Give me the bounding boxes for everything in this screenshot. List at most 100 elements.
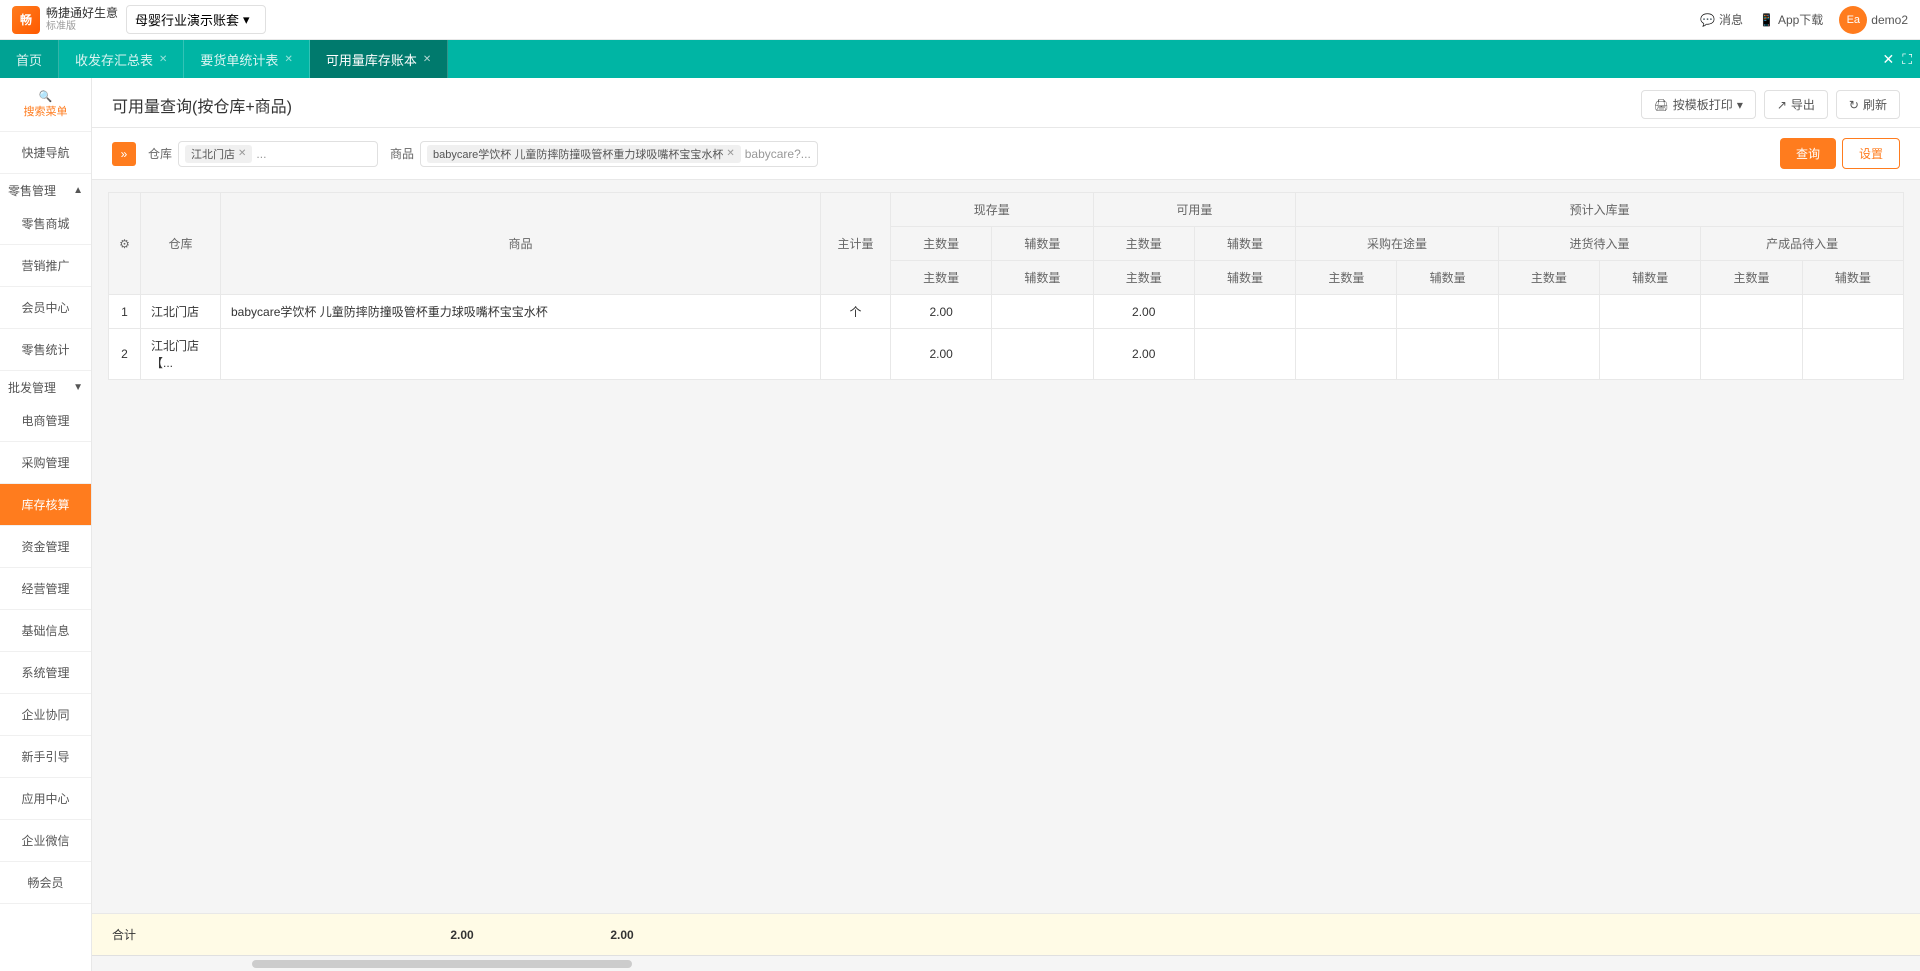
expand-icon[interactable]: ⛶ xyxy=(1902,51,1912,68)
table-row: 2 江北门店【... 2.00 2.00 xyxy=(109,329,1904,380)
sidebar-item-enterprise[interactable]: 企业协同 xyxy=(0,694,91,736)
available-main-qty-header: 主数量 xyxy=(1093,227,1194,261)
warehouse-filter-group: 仓库 江北门店 ✕ ... xyxy=(148,141,378,167)
avatar: Ea xyxy=(1839,6,1867,34)
sidebar-item-enterprise-wechat[interactable]: 企业微信 xyxy=(0,820,91,862)
gp-main-cell xyxy=(1498,329,1599,380)
current-main-cell: 2.00 xyxy=(890,329,991,380)
current-aux-cell xyxy=(992,295,1093,329)
sidebar-item-vip[interactable]: 畅会员 xyxy=(0,862,91,904)
sidebar-item-quick-nav[interactable]: 快捷导航 xyxy=(0,132,91,174)
pp-main-label: 主数量 xyxy=(1701,261,1802,295)
close-tab-available-inventory[interactable]: ✕ xyxy=(423,54,431,65)
settings-col-header[interactable]: ⚙ xyxy=(109,193,141,295)
pt-aux-label: 辅数量 xyxy=(1397,261,1498,295)
sidebar-item-ecommerce[interactable]: 电商管理 xyxy=(0,400,91,442)
current-main-qty-header: 主数量 xyxy=(890,227,991,261)
warehouse-more[interactable]: ... xyxy=(256,147,266,161)
product-more[interactable]: babycare?... xyxy=(745,147,811,161)
sidebar-item-newbie[interactable]: 新手引导 xyxy=(0,736,91,778)
pt-aux-cell xyxy=(1397,329,1498,380)
unit-cell xyxy=(820,329,890,380)
sidebar-item-app-center[interactable]: 应用中心 xyxy=(0,778,91,820)
product-input[interactable]: babycare学饮杯 儿童防摔防撞吸管杯重力球吸嘴杯宝宝水杯 ✕ babyca… xyxy=(420,141,818,167)
seq-cell: 1 xyxy=(109,295,141,329)
remove-warehouse-tag[interactable]: ✕ xyxy=(238,148,246,159)
sidebar-section-wholesale[interactable]: 批发管理 ▼ xyxy=(0,371,91,400)
sidebar-search[interactable]: 🔍 搜索菜单 xyxy=(0,78,91,132)
sidebar-item-retail-stats[interactable]: 零售统计 xyxy=(0,329,91,371)
warehouse-cell: 江北门店【... xyxy=(141,329,221,380)
settings-button[interactable]: 设置 xyxy=(1842,138,1900,169)
horizontal-scrollbar-thumb[interactable] xyxy=(252,960,632,968)
tab-controls: ✕ ⛶ xyxy=(1882,40,1920,78)
app-download-button[interactable]: 📱 App下载 xyxy=(1759,11,1823,28)
pp-aux-cell xyxy=(1802,295,1903,329)
pp-main-cell xyxy=(1701,295,1802,329)
available-main-cell: 2.00 xyxy=(1093,295,1194,329)
close-tab-receive-summary[interactable]: ✕ xyxy=(159,54,167,65)
close-tab-order-stats[interactable]: ✕ xyxy=(284,54,292,65)
remove-product-tag[interactable]: ✕ xyxy=(726,148,734,159)
current-aux-cell xyxy=(992,329,1093,380)
page-header: 可用量查询(按仓库+商品) 🖨 按模板打印 ▾ ↗ 导出 ↻ 刷新 xyxy=(92,78,1920,128)
summary-available-main: 2.00 xyxy=(582,928,662,942)
logo-area: 畅 畅捷通好生意 标准版 xyxy=(12,6,118,34)
user-profile[interactable]: Ea demo2 xyxy=(1839,6,1908,34)
refresh-button[interactable]: ↻ 刷新 xyxy=(1836,90,1900,119)
sidebar-item-marketing[interactable]: 营销推广 xyxy=(0,245,91,287)
summary-label: 合计 xyxy=(112,926,136,943)
page-actions: 🖨 按模板打印 ▾ ↗ 导出 ↻ 刷新 xyxy=(1641,90,1900,119)
print-button[interactable]: 🖨 按模板打印 ▾ xyxy=(1641,90,1756,119)
chevron-icon: ▲ xyxy=(73,185,83,196)
available-aux-cell xyxy=(1194,295,1295,329)
sidebar-item-operations[interactable]: 经营管理 xyxy=(0,568,91,610)
sidebar-item-purchase[interactable]: 采购管理 xyxy=(0,442,91,484)
content-area: 可用量查询(按仓库+商品) 🖨 按模板打印 ▾ ↗ 导出 ↻ 刷新 xyxy=(92,78,1920,971)
product-cell xyxy=(221,329,821,380)
product-label: 商品 xyxy=(390,145,414,162)
industry-selector[interactable]: 母婴行业演示账套 ▾ xyxy=(126,5,266,34)
message-button[interactable]: 💬 消息 xyxy=(1700,11,1743,28)
main-layout: 🔍 搜索菜单 快捷导航 零售管理 ▲ 零售商城 营销推广 会员中心 零售统计 批… xyxy=(0,78,1920,971)
warehouse-col-header: 仓库 xyxy=(141,193,221,295)
tab-available-inventory[interactable]: 可用量库存账本 ✕ xyxy=(310,40,448,78)
print-icon: 🖨 xyxy=(1654,98,1669,112)
available-main-cell: 2.00 xyxy=(1093,329,1194,380)
sidebar-item-basic-info[interactable]: 基础信息 xyxy=(0,610,91,652)
sidebar-item-system[interactable]: 系统管理 xyxy=(0,652,91,694)
export-button[interactable]: ↗ 导出 xyxy=(1764,90,1828,119)
tab-order-stats[interactable]: 要货单统计表 ✕ xyxy=(184,40,309,78)
pt-aux-cell xyxy=(1397,295,1498,329)
data-table: ⚙ 仓库 商品 主计量 现存量 可用量 预计入库量 主数量 辅数量 主数量 辅数… xyxy=(108,192,1904,380)
filter-toggle-button[interactable]: » xyxy=(112,142,136,166)
available-main-label: 主数量 xyxy=(1093,261,1194,295)
sidebar-item-retail-mall[interactable]: 零售商城 xyxy=(0,203,91,245)
sidebar-item-finance[interactable]: 资金管理 xyxy=(0,526,91,568)
top-bar-right: 💬 消息 📱 App下载 Ea demo2 xyxy=(1700,6,1908,34)
filter-bar-right: 查询 设置 xyxy=(1780,138,1900,169)
summary-current-main: 2.00 xyxy=(422,928,502,942)
query-button[interactable]: 查询 xyxy=(1780,138,1836,169)
nav-tabs: 首页 收发存汇总表 ✕ 要货单统计表 ✕ 可用量库存账本 ✕ ✕ ⛶ xyxy=(0,40,1920,78)
warehouse-label: 仓库 xyxy=(148,145,172,162)
sidebar-item-inventory[interactable]: 库存核算 xyxy=(0,484,91,526)
tab-home[interactable]: 首页 xyxy=(0,40,59,78)
close-all-tabs-icon[interactable]: ✕ xyxy=(1882,51,1894,68)
sidebar-item-member-center[interactable]: 会员中心 xyxy=(0,287,91,329)
available-aux-qty-header: 辅数量 xyxy=(1194,227,1295,261)
pp-aux-cell xyxy=(1802,329,1903,380)
tab-receive-summary[interactable]: 收发存汇总表 ✕ xyxy=(59,40,184,78)
warehouse-cell: 江北门店 xyxy=(141,295,221,329)
scroll-bar-area[interactable] xyxy=(92,955,1920,971)
pt-main-label: 主数量 xyxy=(1296,261,1397,295)
current-aux-label: 辅数量 xyxy=(992,261,1093,295)
table-header-row-1: ⚙ 仓库 商品 主计量 现存量 可用量 预计入库量 xyxy=(109,193,1904,227)
export-icon: ↗ xyxy=(1777,98,1787,112)
table-row: 1 江北门店 babycare学饮杯 儿童防摔防撞吸管杯重力球吸嘴杯宝宝水杯 个… xyxy=(109,295,1904,329)
current-main-label: 主数量 xyxy=(890,261,991,295)
unit-cell: 个 xyxy=(820,295,890,329)
search-icon: 🔍 xyxy=(39,91,53,103)
warehouse-input[interactable]: 江北门店 ✕ ... xyxy=(178,141,378,167)
sidebar-section-retail[interactable]: 零售管理 ▲ xyxy=(0,174,91,203)
